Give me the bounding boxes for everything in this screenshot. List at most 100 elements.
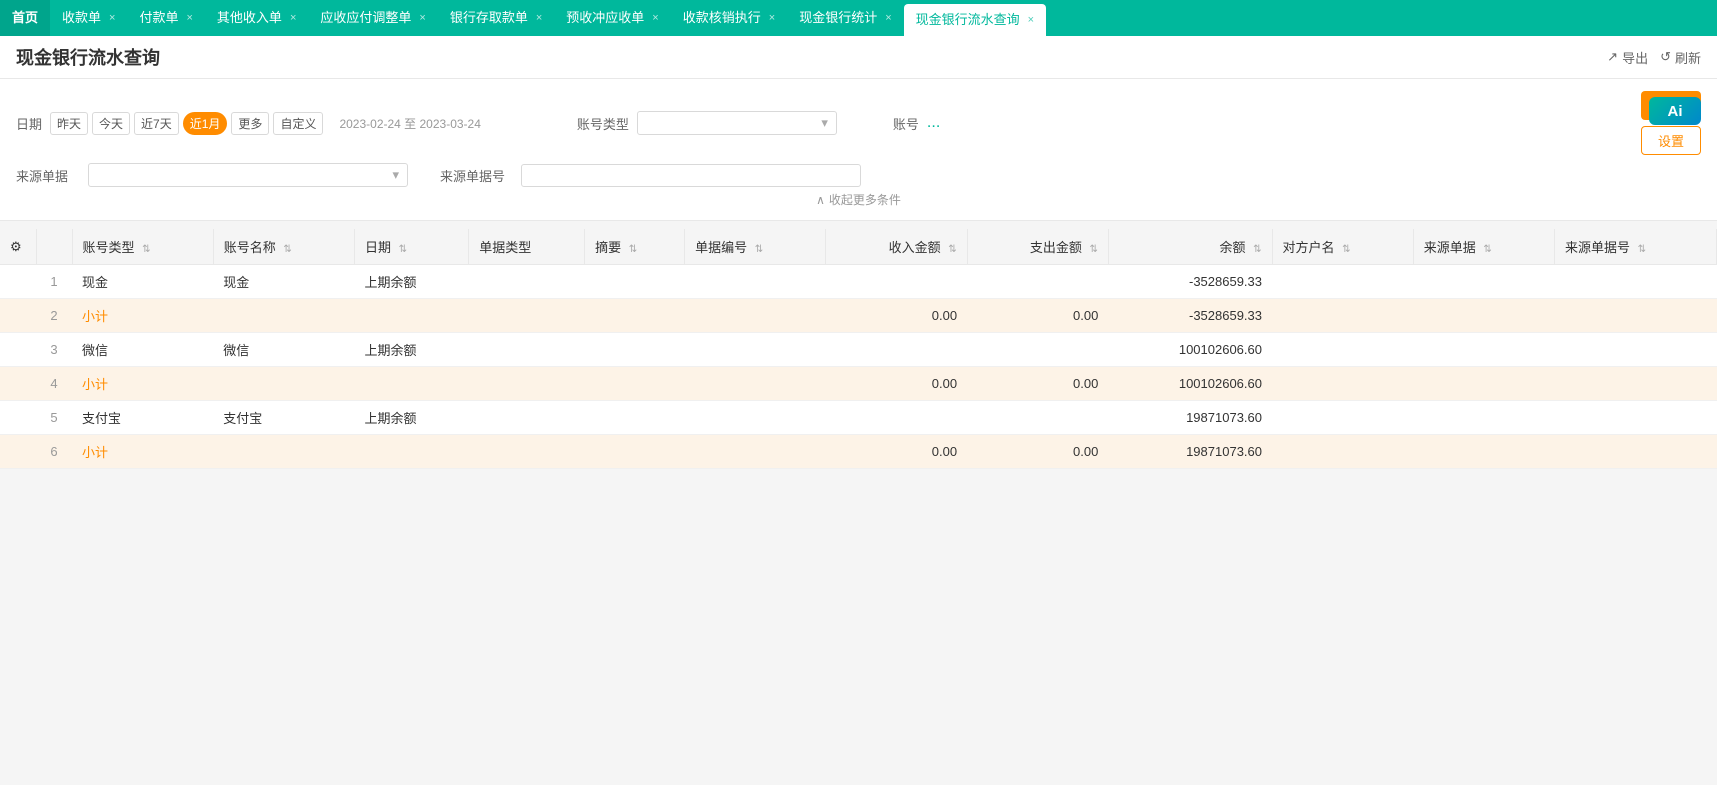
table-cell <box>1272 265 1413 299</box>
table-cell: 0.00 <box>967 435 1108 469</box>
table-cell <box>355 367 469 401</box>
close-icon[interactable]: × <box>186 0 192 36</box>
table-cell: 小计 <box>72 435 213 469</box>
table-row[interactable]: 2小计0.000.00-3528659.33 <box>0 299 1717 333</box>
date-btn-more[interactable]: 更多 <box>231 112 269 135</box>
source-doc-no-input[interactable] <box>521 164 861 187</box>
sort-icon: ⇅ <box>399 244 407 255</box>
account-type-label: 账号类型 <box>577 114 629 133</box>
table-cell <box>585 299 685 333</box>
nav-tab-tongji[interactable]: 现金银行统计 × <box>787 0 903 36</box>
col-doc-type[interactable]: 单据类型 <box>469 229 585 265</box>
date-btn-today[interactable]: 今天 <box>92 112 130 135</box>
table-cell: 支付宝 <box>213 401 354 435</box>
table-cell: 微信 <box>72 333 213 367</box>
col-account-name[interactable]: 账号名称 ⇅ <box>213 229 354 265</box>
ai-assistant-badge[interactable]: Ai <box>1649 97 1701 125</box>
col-settings[interactable]: ⚙ <box>0 229 36 265</box>
col-balance[interactable]: 余额 ⇅ <box>1108 229 1272 265</box>
table-cell <box>1555 265 1717 299</box>
close-icon[interactable]: × <box>109 0 115 36</box>
nav-tab-fukuandan[interactable]: 付款单 × <box>127 0 204 36</box>
date-filter-group: 日期 昨天 今天 近7天 近1月 更多 自定义 2023-02-24 至 202… <box>16 112 481 135</box>
close-icon[interactable]: × <box>652 0 658 36</box>
table-settings-icon[interactable]: ⚙ <box>10 239 22 254</box>
table-row[interactable]: 4小计0.000.00100102606.60 <box>0 367 1717 401</box>
table-row[interactable]: 6小计0.000.0019871073.60 <box>0 435 1717 469</box>
col-source-doc[interactable]: 来源单据 ⇅ <box>1413 229 1554 265</box>
account-type-select[interactable]: ▾ <box>637 111 837 135</box>
col-doc-no[interactable]: 单据编号 ⇅ <box>685 229 826 265</box>
date-btn-1month[interactable]: 近1月 <box>183 112 228 135</box>
table-cell: 上期余额 <box>355 333 469 367</box>
close-icon[interactable]: × <box>419 0 425 36</box>
refresh-button[interactable]: ↺ 刷新 <box>1660 48 1701 67</box>
sort-icon: ⇅ <box>948 244 956 255</box>
date-btn-custom[interactable]: 自定义 <box>273 112 323 135</box>
nav-tab-yinhangcunku[interactable]: 银行存取款单 × <box>438 0 554 36</box>
table-row[interactable]: 1现金现金上期余额-3528659.33 <box>0 265 1717 299</box>
table-cell <box>1413 435 1554 469</box>
sort-icon: ⇅ <box>1638 244 1646 255</box>
col-income[interactable]: 收入金额 ⇅ <box>826 229 967 265</box>
chevron-down-icon: ▾ <box>392 167 399 183</box>
table-row[interactable]: 5支付宝支付宝上期余额19871073.60 <box>0 401 1717 435</box>
table-cell <box>0 333 36 367</box>
table-cell <box>1555 367 1717 401</box>
sort-icon: ⇅ <box>1483 244 1491 255</box>
collapse-button[interactable]: ∧ 收起更多条件 <box>816 191 901 208</box>
table-cell <box>0 265 36 299</box>
export-button[interactable]: ↗ 导出 <box>1607 48 1648 67</box>
table-cell <box>1555 333 1717 367</box>
table-row[interactable]: 3微信微信上期余额100102606.60 <box>0 333 1717 367</box>
close-icon[interactable]: × <box>536 0 542 36</box>
account-filter-group: 账号 ... <box>893 114 944 133</box>
col-date[interactable]: 日期 ⇅ <box>355 229 469 265</box>
table-cell: 0.00 <box>826 299 967 333</box>
nav-tab-yingshoutiaozheng[interactable]: 应收应付调整单 × <box>308 0 437 36</box>
table-cell <box>355 435 469 469</box>
account-label: 账号 <box>893 114 919 133</box>
date-btn-7days[interactable]: 近7天 <box>134 112 179 135</box>
nav-tab-yushoudan[interactable]: 预收冲应收单 × <box>554 0 670 36</box>
date-btn-yesterday[interactable]: 昨天 <box>50 112 88 135</box>
close-icon[interactable]: × <box>290 0 296 36</box>
table-cell <box>469 435 585 469</box>
source-doc-select[interactable]: ▾ <box>88 163 408 187</box>
nav-tab-liushui[interactable]: 现金银行流水查询 × <box>904 4 1046 36</box>
table-cell: 3 <box>36 333 72 367</box>
col-source-doc-no[interactable]: 来源单据号 ⇅ <box>1555 229 1717 265</box>
table-cell <box>1272 401 1413 435</box>
table-cell <box>213 367 354 401</box>
settings-button[interactable]: 设置 <box>1641 126 1701 155</box>
table-cell: 6 <box>36 435 72 469</box>
col-account-type[interactable]: 账号类型 ⇅ <box>72 229 213 265</box>
account-dots-btn[interactable]: ... <box>927 114 940 132</box>
table-cell <box>469 265 585 299</box>
table-cell <box>1413 299 1554 333</box>
table-cell <box>685 299 826 333</box>
close-icon[interactable]: × <box>1028 4 1034 36</box>
table-cell: 微信 <box>213 333 354 367</box>
col-counterpart[interactable]: 对方户名 ⇅ <box>1272 229 1413 265</box>
table-cell: 0.00 <box>826 367 967 401</box>
table-cell <box>1272 333 1413 367</box>
nav-home[interactable]: 首页 <box>0 0 50 36</box>
filter-row-1: 日期 昨天 今天 近7天 近1月 更多 自定义 2023-02-24 至 202… <box>16 91 1701 155</box>
table-cell <box>685 367 826 401</box>
close-icon[interactable]: × <box>885 0 891 36</box>
source-doc-filter-group: 来源单据 ▾ <box>16 163 408 187</box>
table-cell <box>826 265 967 299</box>
top-navigation: 首页 收款单 × 付款单 × 其他收入单 × 应收应付调整单 × 银行存取款单 … <box>0 0 1717 36</box>
nav-tab-shoukuandan[interactable]: 收款单 × <box>50 0 127 36</box>
table-cell: 现金 <box>72 265 213 299</box>
table-cell <box>585 367 685 401</box>
nav-tab-qitashouru[interactable]: 其他收入单 × <box>205 0 308 36</box>
nav-tab-hexiao[interactable]: 收款核销执行 × <box>671 0 787 36</box>
col-expense[interactable]: 支出金额 ⇅ <box>967 229 1108 265</box>
table-cell: 小计 <box>72 299 213 333</box>
table-cell: 上期余额 <box>355 265 469 299</box>
col-summary[interactable]: 摘要 ⇅ <box>585 229 685 265</box>
close-icon[interactable]: × <box>769 0 775 36</box>
table-cell: 现金 <box>213 265 354 299</box>
